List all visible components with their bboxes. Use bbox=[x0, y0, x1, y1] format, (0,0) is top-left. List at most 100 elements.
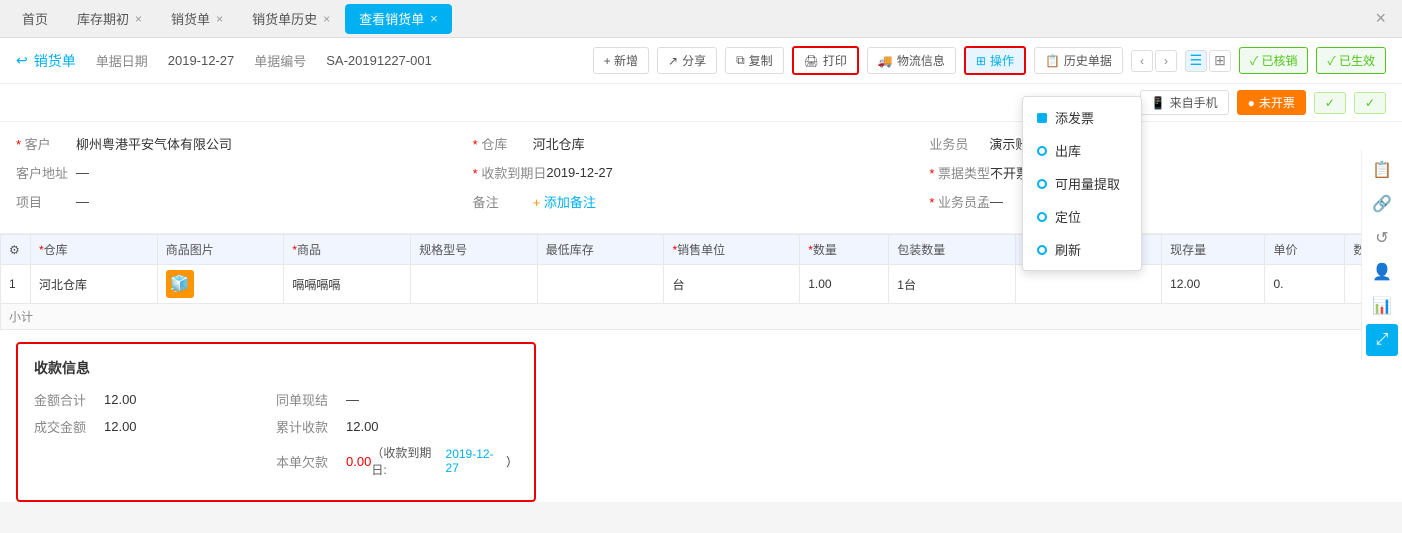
operate-label: 操作 bbox=[990, 52, 1014, 69]
owed-label: 本单欠款 bbox=[276, 452, 346, 471]
form-section: 客户 柳州粤港平安气体有限公司 仓库 河北仓库 业务员 演示账号 客户地址 — … bbox=[0, 122, 1402, 234]
sold-button[interactable]: ✓ 已核销 bbox=[1239, 47, 1309, 74]
payment-col-deal: 成交金额 12.00 bbox=[34, 417, 276, 436]
remark-label: 备注 bbox=[473, 192, 533, 211]
payment-date-field: 收款到期日 2019-12-27 bbox=[473, 163, 930, 182]
product-thumb-icon: 🧊 bbox=[170, 274, 190, 294]
dropdown-available-extract[interactable]: 可用量提取 bbox=[1023, 167, 1141, 200]
tab-sales-close[interactable]: × bbox=[216, 12, 223, 26]
sidebar-icon-5[interactable]: 📊 bbox=[1366, 290, 1398, 322]
copy-label: 复制 bbox=[749, 52, 773, 69]
print-button[interactable]: 🖨 打印 bbox=[792, 46, 859, 75]
tab-sales-order[interactable]: 销货单 × bbox=[157, 0, 238, 38]
not-open-button[interactable]: ● 未开票 bbox=[1237, 90, 1306, 115]
customer-field: 客户 柳州粤港平安气体有限公司 bbox=[16, 134, 473, 153]
remark-field: 备注 + 添加备注 bbox=[473, 192, 930, 211]
effect-button[interactable]: ✓ 已生效 bbox=[1316, 47, 1386, 74]
logistics-label: 物流信息 bbox=[897, 52, 945, 69]
operate-button[interactable]: ⊞ 操作 bbox=[964, 46, 1026, 75]
payment-title: 收款信息 bbox=[34, 358, 518, 378]
th-img: 商品图片 bbox=[157, 235, 284, 265]
prev-arrow[interactable]: ‹ bbox=[1131, 50, 1153, 72]
copy-button[interactable]: ⧉ 复制 bbox=[725, 47, 784, 74]
logistics-icon: 🚚 bbox=[878, 54, 893, 68]
history-button[interactable]: 📋 历史单据 bbox=[1034, 47, 1123, 74]
list-view-button[interactable]: ☰ bbox=[1185, 50, 1207, 72]
payment-date-label: 收款到期日 bbox=[473, 163, 547, 182]
grid-view-button[interactable]: ⊞ bbox=[1209, 50, 1231, 72]
checkmark1-button[interactable]: ✓ bbox=[1314, 92, 1346, 114]
tab-inventory-close[interactable]: × bbox=[135, 12, 142, 26]
logistics-button[interactable]: 🚚 物流信息 bbox=[867, 47, 956, 74]
payment-col-settle: 同单现结 — bbox=[276, 390, 518, 409]
th-pkg-qty: 包装数量 bbox=[889, 235, 1016, 265]
row-min-stock bbox=[537, 265, 664, 304]
history-icon: 📋 bbox=[1045, 54, 1060, 68]
customer-value: 柳州粤港平安气体有限公司 bbox=[76, 134, 473, 153]
doc-header: ↩ 销货单 单据日期 2019-12-27 单据编号 SA-20191227-0… bbox=[0, 38, 1402, 84]
sub-actions: 📱 来自手机 ● 未开票 ✓ ✓ bbox=[0, 84, 1402, 122]
row-index: 1 bbox=[1, 265, 31, 304]
tab-view-sales-label: 查看销货单 bbox=[359, 9, 424, 28]
print-icon: 🖨 bbox=[804, 54, 819, 68]
sidebar-icon-1[interactable]: 📋 bbox=[1366, 154, 1398, 186]
owed-note-end: ） bbox=[506, 453, 518, 470]
payment-col-empty bbox=[34, 444, 276, 478]
payment-col-collected: 累计收款 12.00 bbox=[276, 417, 518, 436]
tab-inventory-init[interactable]: 库存期初 × bbox=[63, 0, 157, 38]
project-value: — bbox=[76, 194, 473, 209]
sidebar-icon-expand[interactable]: ⤢ bbox=[1366, 324, 1398, 356]
th-gear[interactable]: ⚙ bbox=[1, 235, 31, 265]
doc-meta: 单据日期 2019-12-27 单据编号 SA-20191227-001 bbox=[96, 51, 432, 70]
available-extract-label: 可用量提取 bbox=[1055, 174, 1120, 193]
row-product: 嗝嗝嗝嗝 bbox=[284, 265, 411, 304]
dropdown-locate[interactable]: 定位 bbox=[1023, 200, 1141, 233]
dot-icon: ● bbox=[1248, 96, 1255, 110]
sidebar-icon-3[interactable]: ↺ bbox=[1366, 222, 1398, 254]
subtotal-row: 小计 bbox=[1, 304, 1402, 330]
table-section: ⚙ *仓库 商品图片 *商品 规格型号 最低库存 *销售单位 *数量 包装数量 … bbox=[0, 234, 1402, 330]
tab-view-sales[interactable]: 查看销货单 × bbox=[345, 4, 452, 34]
row-unit: 台 bbox=[664, 265, 800, 304]
tab-home[interactable]: 首页 bbox=[8, 0, 63, 38]
project-label: 项目 bbox=[16, 192, 76, 211]
checkmark2-button[interactable]: ✓ bbox=[1354, 92, 1386, 114]
salesperson2-field: 业务员孟 — bbox=[929, 192, 1386, 211]
share-button[interactable]: ↗ 分享 bbox=[657, 47, 717, 74]
global-close-button[interactable]: × bbox=[1367, 8, 1394, 29]
new-button[interactable]: + 新增 bbox=[593, 47, 649, 74]
from-phone-button[interactable]: 📱 来自手机 bbox=[1140, 90, 1229, 115]
dropdown-refresh[interactable]: 刷新 bbox=[1023, 233, 1141, 266]
payment-col-owed: 本单欠款 0.00 （收款到期日: 2019-12-27 ） bbox=[276, 444, 518, 478]
number-label: 单据编号 bbox=[254, 51, 306, 70]
tab-home-label: 首页 bbox=[22, 9, 48, 28]
tab-view-sales-close[interactable]: × bbox=[430, 11, 438, 26]
add-remark-button[interactable]: + 添加备注 bbox=[533, 192, 930, 211]
operate-icon: ⊞ bbox=[976, 54, 986, 68]
tab-history-close[interactable]: × bbox=[323, 12, 330, 26]
th-current-stock: 现存量 bbox=[1162, 235, 1265, 265]
subtotal-label: 小计 bbox=[1, 304, 1402, 330]
row-price: 0. bbox=[1265, 265, 1345, 304]
th-price: 单价 bbox=[1265, 235, 1345, 265]
owed-date: 2019-12-27 bbox=[446, 447, 506, 475]
th-qty: *数量 bbox=[800, 235, 889, 265]
dropdown-out-warehouse[interactable]: 出库 bbox=[1023, 134, 1141, 167]
sidebar-icon-2[interactable]: 🔗 bbox=[1366, 188, 1398, 220]
doc-icon: ↩ bbox=[16, 52, 28, 69]
address-label: 客户地址 bbox=[16, 163, 76, 182]
form-row-2: 客户地址 — 收款到期日 2019-12-27 票据类型 不开票 bbox=[16, 163, 1386, 182]
sidebar-icon-4[interactable]: 👤 bbox=[1366, 256, 1398, 288]
customer-label: 客户 bbox=[16, 134, 76, 153]
share-label: 分享 bbox=[682, 52, 706, 69]
th-product: *商品 bbox=[284, 235, 411, 265]
refresh-icon bbox=[1037, 245, 1047, 255]
refresh-label: 刷新 bbox=[1055, 240, 1081, 259]
print-label: 打印 bbox=[823, 52, 847, 69]
row-qty: 1.00 bbox=[800, 265, 889, 304]
next-arrow[interactable]: › bbox=[1155, 50, 1177, 72]
warehouse-value: 河北仓库 bbox=[533, 134, 930, 153]
tab-sales-history[interactable]: 销货单历史 × bbox=[238, 0, 345, 38]
dropdown-add-invoice[interactable]: 添发票 bbox=[1023, 101, 1141, 134]
payment-col-total: 金额合计 12.00 bbox=[34, 390, 276, 409]
